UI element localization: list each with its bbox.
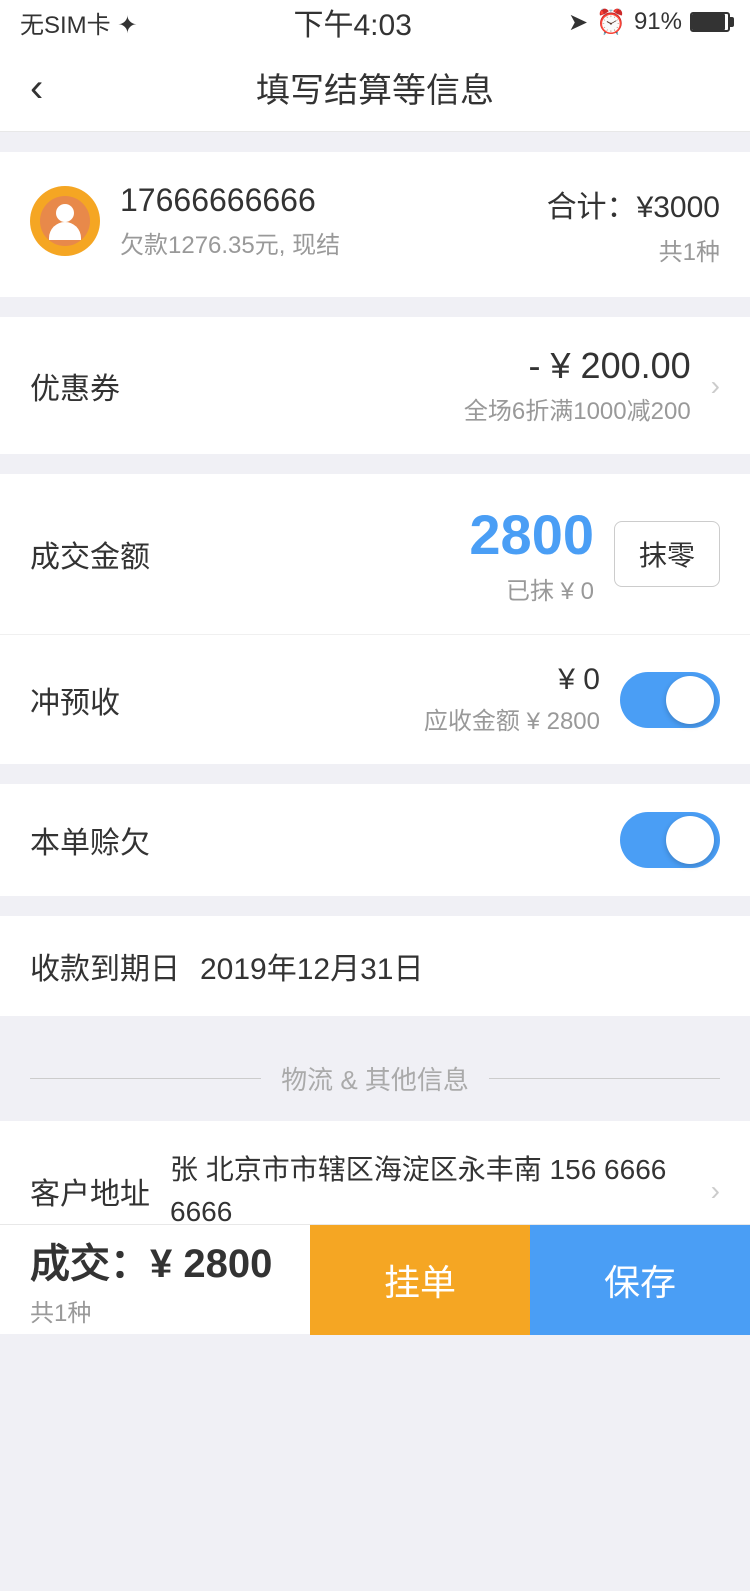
customer-left: 17666666666 欠款1276.35元, 现结	[30, 182, 340, 260]
location-icon: ➤	[568, 8, 588, 37]
footer-info: 成交：¥ 2800 共1种	[0, 1225, 310, 1334]
debt-row: 本单赊欠	[0, 784, 750, 896]
due-date-section: 收款到期日 2019年12月31日	[0, 916, 750, 1016]
footer-amount: 成交：¥ 2800	[30, 1231, 280, 1289]
transaction-section: 成交金额 2800 已抹 ¥ 0 抹零 冲预收 ¥ 0 应收金额 ¥ 2800	[0, 474, 750, 764]
alarm-icon: ⏰	[596, 8, 626, 37]
transaction-right: 2800 已抹 ¥ 0 抹零	[469, 502, 720, 606]
debt-label: 本单赊欠	[30, 818, 150, 862]
battery-icon	[690, 12, 730, 32]
transaction-value-wrap: 2800 已抹 ¥ 0	[469, 502, 594, 606]
footer-amount-value: ¥ 2800	[150, 1242, 272, 1286]
prepay-right: ¥ 0 应收金额 ¥ 2800	[424, 663, 720, 736]
status-bar: 无SIM卡 ✦ 下午4:03 ➤ ⏰ 91%	[0, 0, 750, 44]
coupon-right: - ¥ 200.00 全场6折满1000减200 ›	[464, 345, 720, 426]
due-date-row: 收款到期日 2019年12月31日	[0, 916, 750, 1016]
header-line-left	[30, 1078, 261, 1079]
footer-amount-label: 成交：	[30, 1242, 150, 1286]
address-chevron-icon: ›	[711, 1175, 720, 1207]
customer-right: 合计：¥3000 共1种	[547, 182, 720, 267]
transaction-row: 成交金额 2800 已抹 ¥ 0 抹零	[0, 474, 750, 635]
round-button[interactable]: 抹零	[614, 521, 720, 587]
status-bar-left: 无SIM卡 ✦	[20, 5, 137, 40]
transaction-label: 成交金额	[30, 532, 150, 576]
prepay-sub: 应收金额 ¥ 2800	[424, 701, 600, 736]
debt-section: 本单赊欠	[0, 784, 750, 896]
customer-sub: 欠款1276.35元, 现结	[120, 225, 340, 260]
customer-phone: 17666666666	[120, 182, 340, 219]
page-title: 填写结算等信息	[256, 63, 494, 112]
transaction-amount: 2800	[469, 502, 594, 567]
save-button[interactable]: 保存	[530, 1225, 750, 1335]
avatar-icon	[40, 196, 90, 246]
status-bar-time: 下午4:03	[294, 0, 412, 44]
footer-count: 共1种	[30, 1293, 280, 1328]
total-value: ¥3000	[637, 191, 720, 224]
back-button[interactable]: ‹	[30, 68, 43, 108]
total-count: 共1种	[547, 232, 720, 267]
logistics-header: 物流 & 其他信息	[0, 1036, 750, 1121]
customer-card: 17666666666 欠款1276.35元, 现结 合计：¥3000 共1种	[0, 152, 750, 297]
toggle-knob	[666, 676, 714, 724]
address-label: 客户地址	[30, 1169, 150, 1213]
address-value: 张 北京市市辖区海淀区永丰南 156 6666 6666	[170, 1149, 701, 1233]
main-content: 17666666666 欠款1276.35元, 现结 合计：¥3000 共1种 …	[0, 152, 750, 1591]
battery-text: 91%	[634, 8, 682, 36]
prepay-amount: ¥ 0	[424, 663, 600, 697]
total-label: 合计：	[547, 191, 637, 224]
header-line-right	[489, 1078, 720, 1079]
coupon-label: 优惠券	[30, 364, 120, 408]
total-amount: 合计：¥3000	[547, 182, 720, 226]
coupon-row[interactable]: 优惠券 - ¥ 200.00 全场6折满1000减200 ›	[0, 317, 750, 454]
coupon-section: 优惠券 - ¥ 200.00 全场6折满1000减200 ›	[0, 317, 750, 454]
customer-info: 17666666666 欠款1276.35元, 现结	[120, 182, 340, 260]
status-bar-right: ➤ ⏰ 91%	[568, 8, 730, 37]
prepay-label: 冲预收	[30, 678, 120, 722]
debt-toggle[interactable]	[620, 812, 720, 868]
coupon-desc: 全场6折满1000减200	[464, 391, 691, 426]
logistics-header-text: 物流 & 其他信息	[281, 1060, 469, 1097]
due-date-value: 2019年12月31日	[200, 944, 423, 988]
nav-bar: ‹ 填写结算等信息	[0, 44, 750, 132]
coupon-amount: - ¥ 200.00	[464, 345, 691, 387]
footer: 成交：¥ 2800 共1种 挂单 保存	[0, 1224, 750, 1334]
prepay-row: 冲预收 ¥ 0 应收金额 ¥ 2800	[0, 635, 750, 764]
debt-toggle-knob	[666, 816, 714, 864]
section-gap-2	[0, 454, 750, 474]
section-gap-1	[0, 297, 750, 317]
due-date-label: 收款到期日	[30, 944, 180, 988]
section-gap-5	[0, 1016, 750, 1036]
coupon-value: - ¥ 200.00 全场6折满1000减200	[464, 345, 691, 426]
sim-status: 无SIM卡 ✦	[20, 5, 137, 40]
prepay-value-wrap: ¥ 0 应收金额 ¥ 2800	[424, 663, 600, 736]
section-gap-4	[0, 896, 750, 916]
prepay-toggle[interactable]	[620, 672, 720, 728]
transaction-sub: 已抹 ¥ 0	[469, 571, 594, 606]
avatar	[30, 186, 100, 256]
pending-button[interactable]: 挂单	[310, 1225, 530, 1335]
chevron-right-icon: ›	[711, 370, 720, 402]
section-gap-3	[0, 764, 750, 784]
